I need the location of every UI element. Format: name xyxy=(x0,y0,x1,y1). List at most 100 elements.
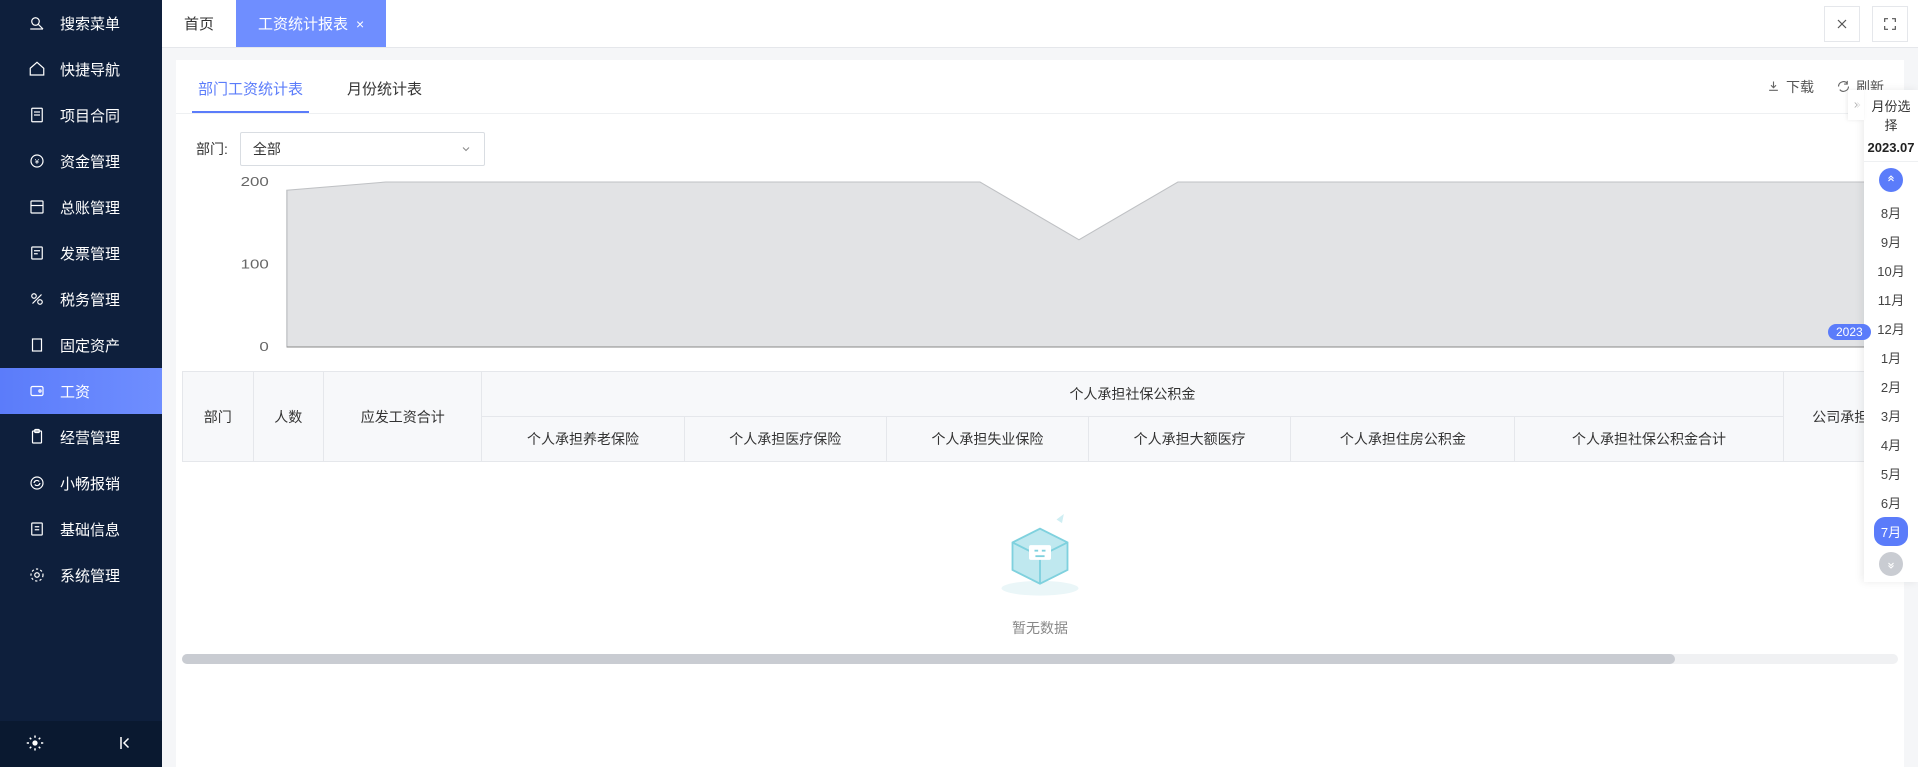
month-option[interactable]: 8月 xyxy=(1874,198,1908,227)
month-picker-title: 月份选择 xyxy=(1864,90,1918,140)
home-icon xyxy=(28,60,46,78)
sidebar-item-label: 项目合同 xyxy=(60,105,120,126)
building-icon xyxy=(28,336,46,354)
sidebar-footer xyxy=(0,721,162,767)
sidebar-item-label: 固定资产 xyxy=(60,335,120,356)
subtab-department-salary[interactable]: 部门工资统计表 xyxy=(176,60,325,113)
table-empty-state: 暂无数据 xyxy=(182,462,1898,648)
col-pension: 个人承担养老保险 xyxy=(482,417,684,462)
month-option[interactable]: 4月 xyxy=(1874,430,1908,459)
month-option[interactable]: 10月 xyxy=(1874,256,1908,285)
gear-icon[interactable] xyxy=(26,734,44,755)
col-department: 部门 xyxy=(183,372,254,462)
percent-icon xyxy=(28,290,46,308)
sidebar-item-label: 快捷导航 xyxy=(60,59,120,80)
refresh-circle-icon xyxy=(28,474,46,492)
fullscreen-button[interactable] xyxy=(1872,6,1908,42)
invoice-icon xyxy=(28,244,46,262)
sidebar-item-label: 资金管理 xyxy=(60,151,120,172)
collapse-sidebar-icon[interactable] xyxy=(118,734,136,755)
col-unemployment: 个人承担失业保险 xyxy=(886,417,1088,462)
close-icon[interactable]: × xyxy=(356,16,364,32)
sidebar-item-tax-management[interactable]: 税务管理 xyxy=(0,276,162,322)
sidebar-item-label: 搜索菜单 xyxy=(60,13,120,34)
horizontal-scrollbar[interactable] xyxy=(182,654,1898,664)
close-all-tabs-button[interactable] xyxy=(1824,6,1860,42)
year-badge: 2023 xyxy=(1828,324,1871,340)
search-list-icon xyxy=(28,14,46,32)
filter-label: 部门: xyxy=(196,139,228,159)
sidebar-item-label: 总账管理 xyxy=(60,197,120,218)
sidebar-item-fund-management[interactable]: ¥ 资金管理 xyxy=(0,138,162,184)
sidebar-item-label: 系统管理 xyxy=(60,565,120,586)
month-option[interactable]: 11月 xyxy=(1874,285,1908,314)
tabs-bar: 首页 工资统计报表 × xyxy=(162,0,1918,48)
chevron-down-icon xyxy=(460,143,472,155)
scrollbar-thumb[interactable] xyxy=(182,654,1675,664)
ledger-icon xyxy=(28,198,46,216)
sidebar-item-label: 小畅报销 xyxy=(60,473,120,494)
month-picker-panel: 月份选择 2023.07 8月9月10月11月12月1月2月3月4月5月6月7月… xyxy=(1864,90,1918,582)
month-option[interactable]: 7月 xyxy=(1874,517,1908,546)
sidebar-item-quick-nav[interactable]: 快捷导航 xyxy=(0,46,162,92)
empty-text: 暂无数据 xyxy=(1012,618,1068,638)
collapse-month-panel-button[interactable] xyxy=(1848,90,1864,120)
sidebar-item-label: 经营管理 xyxy=(60,427,120,448)
sidebar-item-search-menu[interactable]: 搜索菜单 xyxy=(0,0,162,46)
download-button[interactable]: 下载 xyxy=(1766,77,1814,97)
svg-text:200: 200 xyxy=(241,176,269,189)
download-icon xyxy=(1766,79,1781,94)
month-option[interactable]: 6月 xyxy=(1874,488,1908,517)
tab-salary-report[interactable]: 工资统计报表 × xyxy=(236,0,386,47)
sidebar-item-salary[interactable]: 工资 xyxy=(0,368,162,414)
col-payable-total: 应发工资合计 xyxy=(324,372,482,462)
wallet-icon xyxy=(28,382,46,400)
sidebar: 搜索菜单 快捷导航 项目合同 ¥ 资金管理 总账管理 发票管理 xyxy=(0,0,162,767)
month-option[interactable]: 9月 xyxy=(1874,227,1908,256)
sidebar-item-invoice-management[interactable]: 发票管理 xyxy=(0,230,162,276)
svg-text:100: 100 xyxy=(241,257,269,272)
sidebar-item-project-contract[interactable]: 项目合同 xyxy=(0,92,162,138)
col-medical: 个人承担医疗保险 xyxy=(684,417,886,462)
sidebar-item-label: 工资 xyxy=(60,381,90,402)
month-prev-button[interactable] xyxy=(1879,168,1903,192)
salary-table: 部门 人数 应发工资合计 个人承担社保公积金 公司承担 个人承担养老保险 个人承… xyxy=(182,371,1898,462)
select-value: 全部 xyxy=(253,139,281,159)
svg-text:0: 0 xyxy=(259,340,268,355)
month-option[interactable]: 1月 xyxy=(1874,343,1908,372)
document-icon xyxy=(28,106,46,124)
sidebar-item-label: 基础信息 xyxy=(60,519,120,540)
sidebar-item-expense[interactable]: 小畅报销 xyxy=(0,460,162,506)
col-personal-total: 个人承担社保公积金合计 xyxy=(1515,417,1783,462)
col-large-medical: 个人承担大额医疗 xyxy=(1089,417,1291,462)
system-icon xyxy=(28,566,46,584)
coin-icon: ¥ xyxy=(28,152,46,170)
tab-label: 首页 xyxy=(184,13,214,34)
col-group-personal: 个人承担社保公积金 xyxy=(482,372,1783,417)
svg-text:¥: ¥ xyxy=(35,157,40,166)
sidebar-item-system-management[interactable]: 系统管理 xyxy=(0,552,162,598)
clipboard-icon xyxy=(28,428,46,446)
month-picker-selected: 2023.07 xyxy=(1864,140,1918,162)
col-housing-fund: 个人承担住房公积金 xyxy=(1291,417,1515,462)
month-next-button[interactable] xyxy=(1879,552,1903,576)
month-option[interactable]: 12月 xyxy=(1874,314,1908,343)
tab-label: 工资统计报表 xyxy=(258,13,348,34)
sidebar-item-label: 发票管理 xyxy=(60,243,120,264)
month-option[interactable]: 5月 xyxy=(1874,459,1908,488)
tab-home[interactable]: 首页 xyxy=(162,0,236,47)
department-select[interactable]: 全部 xyxy=(240,132,485,166)
col-headcount: 人数 xyxy=(253,372,324,462)
subtab-monthly[interactable]: 月份统计表 xyxy=(325,60,444,113)
sidebar-item-fixed-assets[interactable]: 固定资产 xyxy=(0,322,162,368)
sidebar-item-label: 税务管理 xyxy=(60,289,120,310)
sidebar-item-business-management[interactable]: 经营管理 xyxy=(0,414,162,460)
empty-box-icon xyxy=(985,492,1095,602)
month-option[interactable]: 3月 xyxy=(1874,401,1908,430)
salary-chart: 0 100 200 xyxy=(176,176,1904,371)
sidebar-item-ledger-management[interactable]: 总账管理 xyxy=(0,184,162,230)
notes-icon xyxy=(28,520,46,538)
month-option[interactable]: 2月 xyxy=(1874,372,1908,401)
download-label: 下载 xyxy=(1786,77,1814,97)
sidebar-item-basic-info[interactable]: 基础信息 xyxy=(0,506,162,552)
